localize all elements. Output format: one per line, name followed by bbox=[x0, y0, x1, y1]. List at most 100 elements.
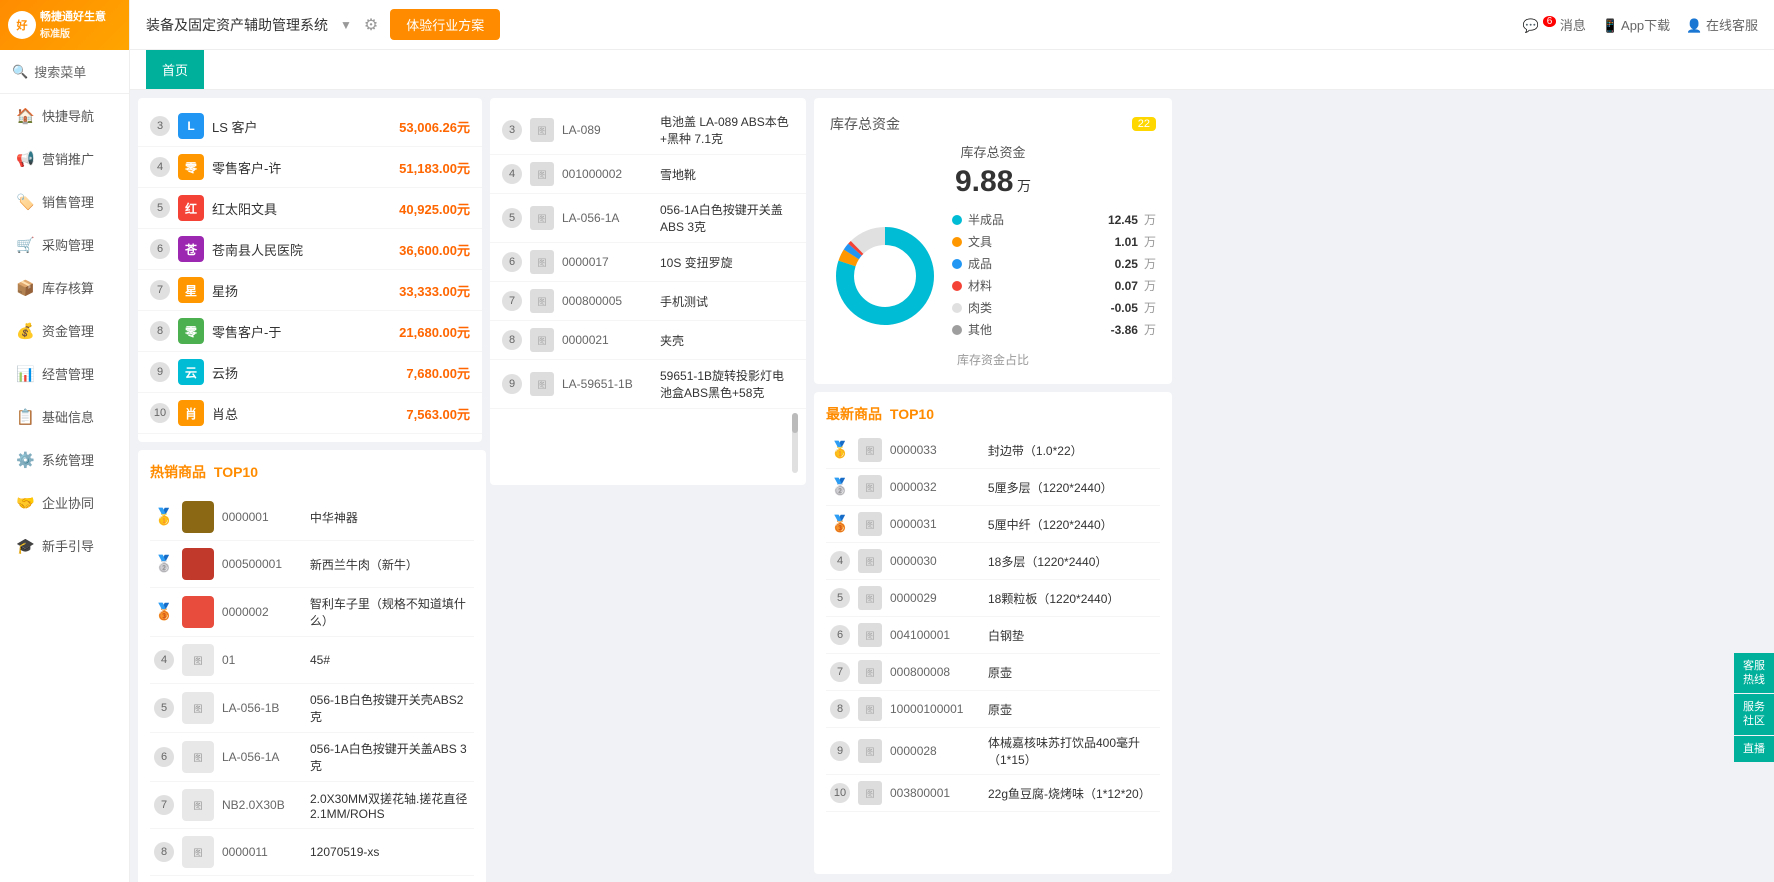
hot-product-item[interactable]: 🥉 0000002 智利车子里（规格不知道填什么） bbox=[150, 588, 474, 637]
sidebar-item-home[interactable]: 🏠 快捷导航 bbox=[0, 94, 129, 137]
latest-name: 5厘中纤（1220*2440） bbox=[988, 516, 1156, 533]
marketing-icon: 📢 bbox=[16, 150, 34, 168]
hot-product-item[interactable]: 🥇 0000001 中华神器 bbox=[150, 494, 474, 541]
hot-product-item[interactable]: 8 图 0000011 12070519-xs bbox=[150, 829, 474, 876]
sidebar-item-guide[interactable]: 🎓 新手引导 bbox=[0, 524, 129, 567]
sidebar-item-collab[interactable]: 🤝 企业协同 bbox=[0, 481, 129, 524]
gear-icon[interactable]: ⚙ bbox=[364, 15, 378, 35]
hot-products-title: 热销商品 TOP10 bbox=[150, 462, 474, 482]
product-code: LA-056-1B bbox=[222, 701, 302, 715]
product-thumb-placeholder: 图 bbox=[530, 289, 554, 313]
thumb-icon: 图 bbox=[865, 481, 874, 494]
latest-thumb: 图 bbox=[858, 586, 882, 610]
collab-icon: 🤝 bbox=[16, 494, 34, 512]
rank-customer-name: 零售客户-于 bbox=[212, 322, 391, 341]
latest-product-item[interactable]: 10 图 003800001 22g鱼豆腐-烧烤味（1*12*20） bbox=[826, 775, 1160, 812]
rank-item[interactable]: 6 苍 苍南县人民医院 36,600.00元 bbox=[138, 229, 482, 270]
rank-number-badge: 5 bbox=[830, 588, 850, 608]
latest-product-item[interactable]: 4 图 0000030 18多层（1220*2440） bbox=[826, 543, 1160, 580]
latest-product-item[interactable]: 🥇 图 0000033 封边带（1.0*22） bbox=[826, 432, 1160, 469]
product-rank-item[interactable]: 5 图 LA-056-1A 056-1A白色按键开关盖ABS 3克 bbox=[490, 194, 806, 243]
hot-product-item[interactable]: 7 图 NB2.0X30B 2.0X30MM双搓花轴.搓花直径2.1MM/ROH… bbox=[150, 782, 474, 829]
latest-product-item[interactable]: 🥈 图 0000032 5厘多层（1220*2440） bbox=[826, 469, 1160, 506]
latest-thumb: 图 bbox=[858, 512, 882, 536]
latest-thumb: 图 bbox=[858, 697, 882, 721]
float-btn-community[interactable]: 服务社区 bbox=[1734, 694, 1774, 735]
trial-button[interactable]: 体验行业方案 bbox=[390, 9, 500, 40]
thumb-icon: 图 bbox=[865, 703, 874, 716]
chevron-down-icon: ▼ bbox=[340, 18, 352, 32]
rank-amount: 36,600.00元 bbox=[399, 240, 470, 259]
rank-item[interactable]: 10 肖 肖总 7,563.00元 bbox=[138, 393, 482, 434]
latest-product-item[interactable]: 8 图 10000100001 原壶 bbox=[826, 691, 1160, 728]
rank-number-badge: 5 bbox=[154, 698, 174, 718]
no-image-icon: 图 bbox=[193, 799, 202, 812]
latest-name: 白钢垫 bbox=[988, 627, 1156, 644]
rank-customer-name: 星扬 bbox=[212, 281, 391, 300]
sidebar-item-finance[interactable]: 💰 资金管理 bbox=[0, 309, 129, 352]
rank-item[interactable]: 4 零 零售客户-许 51,183.00元 bbox=[138, 147, 482, 188]
rank-avatar: 肖 bbox=[178, 400, 204, 426]
latest-product-item[interactable]: 5 图 0000029 18颗粒板（1220*2440） bbox=[826, 580, 1160, 617]
rank-number: 6 bbox=[150, 239, 170, 259]
float-btn-service[interactable]: 客服热线 bbox=[1734, 653, 1774, 694]
latest-product-item[interactable]: 9 图 0000028 体械嘉核味苏打饮品400毫升（1*15） bbox=[826, 728, 1160, 775]
sidebar-item-basics[interactable]: 📋 基础信息 bbox=[0, 395, 129, 438]
rank-item[interactable]: 9 云 云扬 7,680.00元 bbox=[138, 352, 482, 393]
search-menu-button[interactable]: 🔍 搜索菜单 bbox=[8, 58, 121, 85]
latest-thumb: 图 bbox=[858, 660, 882, 684]
hot-product-item[interactable]: 6 图 LA-056-1A 056-1A白色按键开关盖ABS 3克 bbox=[150, 733, 474, 782]
legend-unit: 万 bbox=[1144, 321, 1156, 338]
product-rank-item[interactable]: 8 图 0000021 夹壳 bbox=[490, 321, 806, 360]
product-name: 12070519-xs bbox=[310, 845, 470, 859]
donut-section: 半成品 12.45 万 文具 1.01 万 成品 0.25 万 材料 0.07 … bbox=[830, 211, 1156, 343]
rank-number-badge: 9 bbox=[830, 741, 850, 761]
sidebar-item-inventory[interactable]: 📦 库存核算 bbox=[0, 266, 129, 309]
product-rank-item[interactable]: 7 图 000800005 手机测试 bbox=[490, 282, 806, 321]
thumb-icon: 图 bbox=[865, 745, 874, 758]
sidebar-item-marketing[interactable]: 📢 营销推广 bbox=[0, 137, 129, 180]
rank-number-badge: 7 bbox=[830, 662, 850, 682]
latest-product-item[interactable]: 6 图 004100001 白钢垫 bbox=[826, 617, 1160, 654]
latest-product-item[interactable]: 7 图 000800008 原壶 bbox=[826, 654, 1160, 691]
latest-product-item[interactable]: 🥉 图 0000031 5厘中纤（1220*2440） bbox=[826, 506, 1160, 543]
rank-amount: 51,183.00元 bbox=[399, 158, 470, 177]
latest-name: 22g鱼豆腐-烧烤味（1*12*20） bbox=[988, 785, 1156, 802]
no-image-icon: 图 bbox=[193, 751, 202, 764]
sidebar-item-purchase[interactable]: 🛒 采购管理 bbox=[0, 223, 129, 266]
product-name: 手机测试 bbox=[660, 293, 794, 310]
product-rank-item[interactable]: 9 图 LA-59651-1B 59651-1B旋转投影灯电池盒ABS黑色+58… bbox=[490, 360, 806, 409]
rank-item[interactable]: 5 红 红太阳文具 40,925.00元 bbox=[138, 188, 482, 229]
message-section[interactable]: 💬 6 消息 bbox=[1523, 15, 1586, 34]
legend-color-dot bbox=[952, 303, 962, 313]
hot-product-item[interactable]: 5 图 LA-056-1B 056-1B白色按键开关壳ABS2克 bbox=[150, 684, 474, 733]
message-icon: 💬 bbox=[1523, 18, 1539, 33]
sidebar-item-system[interactable]: ⚙️ 系统管理 bbox=[0, 438, 129, 481]
latest-code: 0000033 bbox=[890, 443, 980, 457]
home-icon: 🏠 bbox=[16, 107, 34, 125]
rank-item[interactable]: 7 星 星扬 33,333.00元 bbox=[138, 270, 482, 311]
hot-product-item[interactable]: 4 图 01 45# bbox=[150, 637, 474, 684]
app-download[interactable]: 📱 App下载 bbox=[1602, 15, 1670, 34]
legend-name: 其他 bbox=[968, 321, 1105, 338]
legend-color-dot bbox=[952, 281, 962, 291]
rank-item[interactable]: 3 L LS 客户 53,006.26元 bbox=[138, 106, 482, 147]
sidebar-item-operations[interactable]: 📊 经营管理 bbox=[0, 352, 129, 395]
float-btn-live[interactable]: 直播 bbox=[1734, 736, 1774, 762]
product-name: 电池盖 LA-089 ABS本色+黑种 7.1克 bbox=[660, 113, 794, 147]
thumb-icon: 图 bbox=[537, 295, 546, 308]
legend-item: 其他 -3.86 万 bbox=[952, 321, 1156, 338]
product-rank-item[interactable]: 3 图 LA-089 电池盖 LA-089 ABS本色+黑种 7.1克 bbox=[490, 106, 806, 155]
stock-total-value: 9.88 万 bbox=[830, 165, 1156, 199]
hot-product-item[interactable]: 9 图 KK-SD22110H 花语萌恒温分腿睡袋（厚款） bbox=[150, 876, 474, 882]
tab-home[interactable]: 首页 bbox=[146, 50, 204, 89]
product-rank-item[interactable]: 4 图 001000002 雪地靴 bbox=[490, 155, 806, 194]
rank-customer-name: 苍南县人民医院 bbox=[212, 240, 391, 259]
product-rank-item[interactable]: 6 图 0000017 10S 变扭罗旋 bbox=[490, 243, 806, 282]
rank-item[interactable]: 8 零 零售客户-于 21,680.00元 bbox=[138, 311, 482, 352]
product-name: 中华神器 bbox=[310, 509, 470, 526]
hot-product-item[interactable]: 🥈 000500001 新西兰牛肉（新牛） bbox=[150, 541, 474, 588]
sidebar-item-label: 基础信息 bbox=[42, 407, 94, 426]
sidebar-item-sales[interactable]: 🏷️ 销售管理 bbox=[0, 180, 129, 223]
online-service[interactable]: 👤 在线客服 bbox=[1686, 15, 1758, 34]
